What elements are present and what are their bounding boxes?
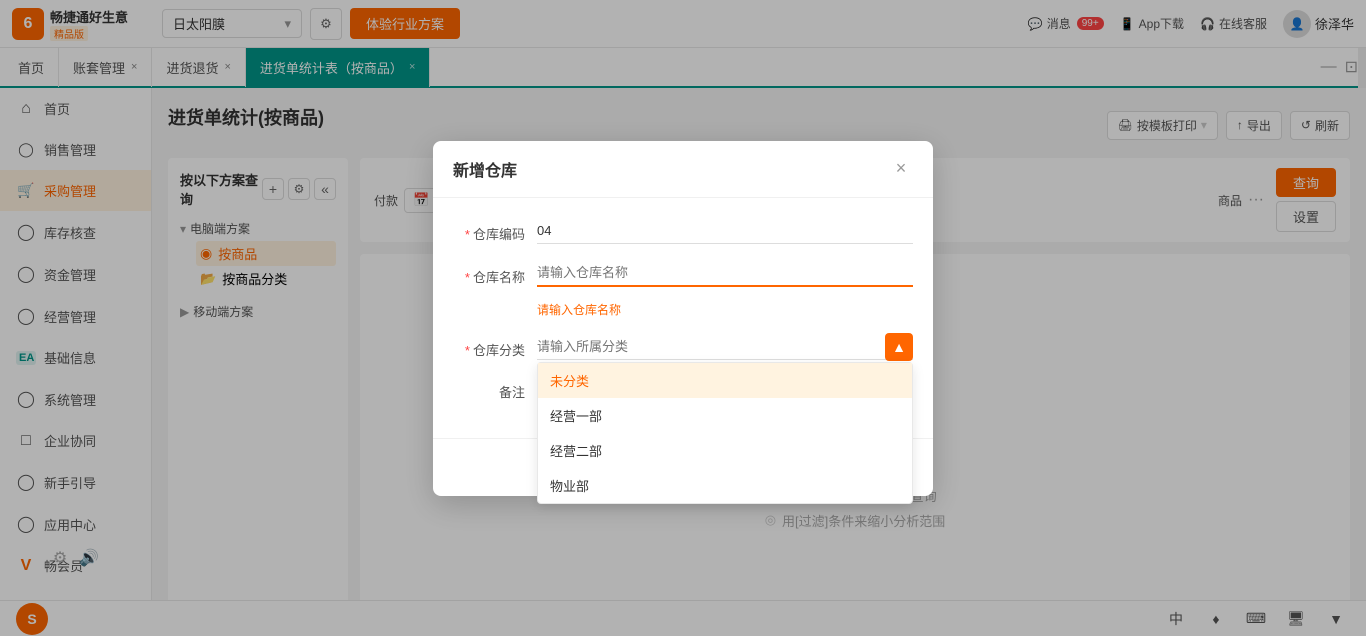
code-input[interactable] bbox=[537, 218, 913, 244]
dropdown-item-dept2[interactable]: 经营二部 bbox=[538, 433, 912, 468]
note-label: 备注 bbox=[453, 376, 525, 401]
name-input[interactable] bbox=[537, 260, 913, 287]
category-input-wrapper: ▲ 未分类 经营一部 经营二部 物业部 bbox=[537, 334, 913, 360]
name-input-row: 仓库名称 bbox=[453, 260, 913, 287]
dialog-close-btn[interactable]: × bbox=[889, 157, 913, 181]
category-label: 仓库分类 bbox=[453, 334, 525, 359]
dropdown-item-property[interactable]: 物业部 bbox=[538, 468, 912, 503]
name-row: 仓库名称 请输入仓库名称 bbox=[453, 260, 913, 318]
category-input[interactable] bbox=[537, 334, 913, 360]
category-dropdown: 未分类 经营一部 经营二部 物业部 bbox=[537, 362, 913, 504]
modal-overlay: 新增仓库 × 仓库编码 仓库名称 请输入仓库名称 仓库分类 bbox=[0, 0, 1366, 636]
category-row: 仓库分类 ▲ 未分类 经营一部 经 bbox=[453, 334, 913, 360]
dropdown-item-uncategorized[interactable]: 未分类 bbox=[538, 363, 912, 398]
dropdown-item-dept1[interactable]: 经营一部 bbox=[538, 398, 912, 433]
code-row: 仓库编码 bbox=[453, 218, 913, 244]
name-error-row: 请输入仓库名称 bbox=[537, 301, 621, 318]
chevron-up-icon: ▲ bbox=[892, 339, 906, 355]
new-warehouse-dialog: 新增仓库 × 仓库编码 仓库名称 请输入仓库名称 仓库分类 bbox=[433, 141, 933, 496]
dialog-header: 新增仓库 × bbox=[433, 141, 933, 198]
category-dropdown-toggle[interactable]: ▲ bbox=[885, 333, 913, 361]
name-label: 仓库名称 bbox=[453, 261, 525, 286]
dialog-body: 仓库编码 仓库名称 请输入仓库名称 仓库分类 ▲ bbox=[433, 198, 933, 438]
name-error-msg: 请输入仓库名称 bbox=[537, 303, 621, 317]
code-label: 仓库编码 bbox=[453, 218, 525, 243]
dialog-title: 新增仓库 bbox=[453, 157, 517, 181]
